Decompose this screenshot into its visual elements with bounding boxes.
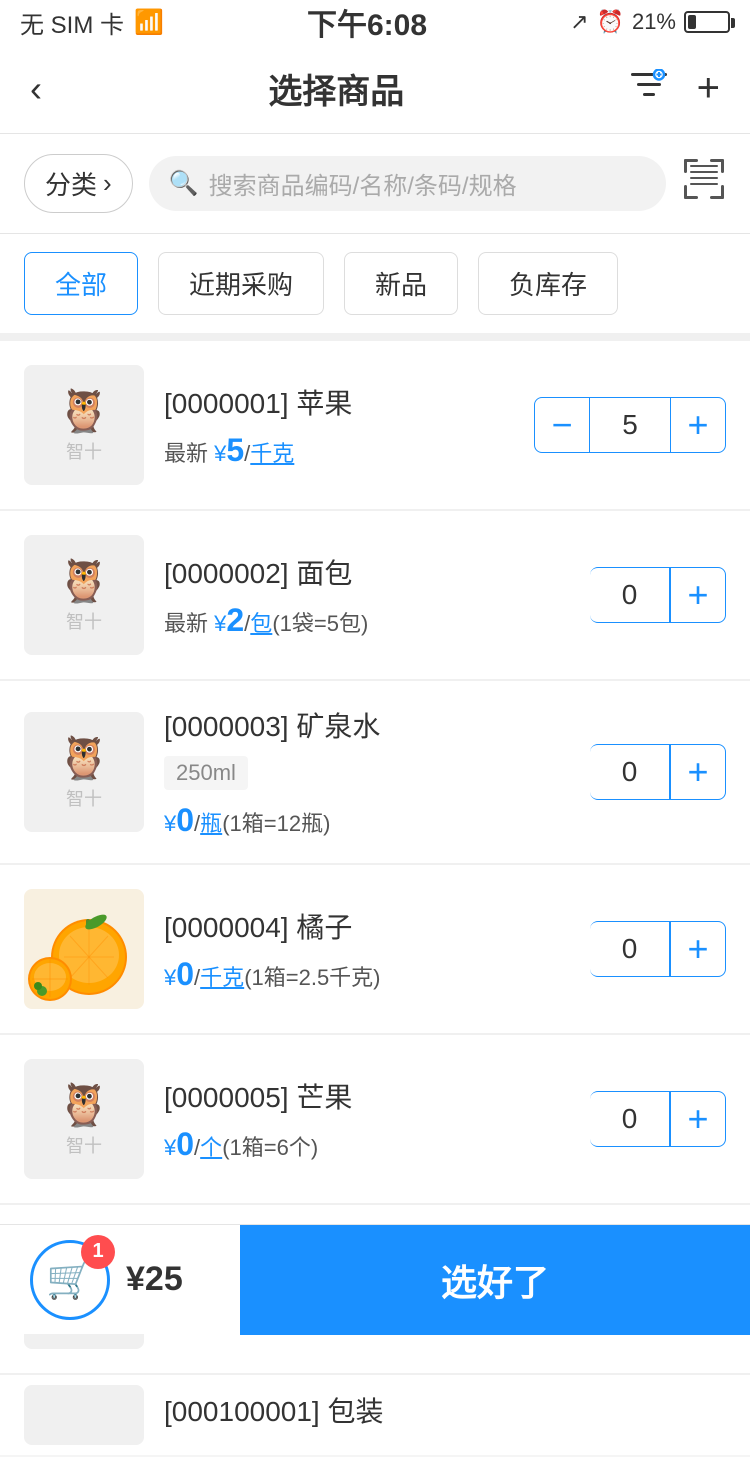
product-thumbnail: 🦉 智十 xyxy=(24,1059,144,1179)
filter-icon[interactable] xyxy=(631,69,667,109)
status-left: 无 SIM 卡 📶 xyxy=(20,5,164,40)
page-title: 选择商品 xyxy=(268,64,404,113)
back-button[interactable]: ‹ xyxy=(30,68,42,110)
owl-icon: 🦉 xyxy=(58,557,110,606)
tabs-row: 全部 近期采购 新品 负库存 xyxy=(0,234,750,341)
list-item: 🦉 智十 [0000002] 面包 最新 ¥2/包(1袋=5包) + xyxy=(0,511,750,679)
product-price: ¥0/个(1箱=6个) xyxy=(164,1126,570,1163)
product-price: ¥0/瓶(1箱=12瓶) xyxy=(164,802,570,839)
scan-icon[interactable] xyxy=(682,157,726,211)
quantity-control: + xyxy=(590,1091,726,1147)
nav-bar: ‹ 选择商品 + xyxy=(0,44,750,134)
quantity-control: − + xyxy=(534,397,726,453)
product-info: [000100001] 包装 xyxy=(144,1390,726,1440)
quantity-input[interactable] xyxy=(590,567,670,623)
product-thumbnail xyxy=(24,1385,144,1445)
list-item: 🦉 智十 [0000005] 芒果 ¥0/个(1箱=6个) + xyxy=(0,1035,750,1203)
carrier-label: 无 SIM 卡 xyxy=(20,5,124,40)
owl-icon: 🦉 xyxy=(58,1081,110,1130)
confirm-button[interactable]: 选好了 xyxy=(240,1225,750,1335)
product-info: [0000004] 橘子 ¥0/千克(1箱=2.5千克) xyxy=(144,906,590,993)
location-icon: ↗ xyxy=(570,9,588,35)
search-icon: 🔍 xyxy=(169,169,199,198)
placeholder-logo: 🦉 智十 xyxy=(58,557,110,634)
product-thumbnail: 🦉 智十 xyxy=(24,365,144,485)
product-price: 最新 ¥2/包(1袋=5包) xyxy=(164,602,570,639)
placeholder-logo: 🦉 智十 xyxy=(58,1081,110,1158)
search-box[interactable]: 🔍 搜索商品编码/名称/条码/规格 xyxy=(149,156,666,211)
battery-icon xyxy=(684,11,730,33)
product-name: [0000005] 芒果 xyxy=(164,1076,570,1116)
product-name: [0000001] 苹果 xyxy=(164,382,514,422)
quantity-plus-button[interactable]: + xyxy=(670,744,726,800)
product-info: [0000005] 芒果 ¥0/个(1箱=6个) xyxy=(144,1076,590,1163)
category-button[interactable]: 分类 › xyxy=(24,154,133,213)
product-thumbnail: 🦉 智十 xyxy=(24,712,144,832)
product-thumbnail xyxy=(24,889,144,1009)
product-name: [000100001] 包装 xyxy=(164,1390,706,1430)
status-bar: 无 SIM 卡 📶 下午6:08 ↗ ⏰ 21% xyxy=(0,0,750,44)
quantity-plus-button[interactable]: + xyxy=(670,567,726,623)
product-price: ¥0/千克(1箱=2.5千克) xyxy=(164,956,570,993)
list-item: 🦉 智十 [0000003] 矿泉水 250ml ¥0/瓶(1箱=12瓶) + xyxy=(0,681,750,863)
bottom-bar: 🛒 1 ¥25 选好了 xyxy=(0,1224,750,1334)
battery-percent: 21% xyxy=(632,9,676,35)
quantity-control: + xyxy=(590,744,726,800)
list-item-partial: [000100001] 包装 xyxy=(0,1375,750,1455)
add-button[interactable]: + xyxy=(697,66,720,111)
alarm-icon: ⏰ xyxy=(597,9,624,35)
list-item: [0000004] 橘子 ¥0/千克(1箱=2.5千克) + xyxy=(0,865,750,1033)
status-right: ↗ ⏰ 21% xyxy=(570,9,730,35)
placeholder-logo: 🦉 智十 xyxy=(58,387,110,464)
product-name: [0000004] 橘子 xyxy=(164,906,570,946)
product-spec: 250ml xyxy=(164,756,248,790)
search-placeholder: 搜索商品编码/名称/条码/规格 xyxy=(209,166,517,201)
quantity-input[interactable] xyxy=(590,1091,670,1147)
cart-section: 🛒 1 ¥25 xyxy=(0,1240,240,1320)
cart-button[interactable]: 🛒 1 xyxy=(30,1240,110,1320)
placeholder-logo: 🦉 智十 xyxy=(58,734,110,811)
product-info: [0000003] 矿泉水 250ml ¥0/瓶(1箱=12瓶) xyxy=(144,705,590,839)
cart-total: ¥25 xyxy=(126,1260,183,1299)
product-name: [0000002] 面包 xyxy=(164,552,570,592)
product-thumbnail: 🦉 智十 xyxy=(24,535,144,655)
product-price: 最新 ¥5/千克 xyxy=(164,432,514,469)
quantity-input[interactable] xyxy=(590,744,670,800)
quantity-minus-button[interactable]: − xyxy=(534,397,590,453)
list-item: 🦉 智十 [0000001] 苹果 最新 ¥5/千克 − + xyxy=(0,341,750,509)
owl-icon: 🦉 xyxy=(58,387,110,436)
quantity-input[interactable] xyxy=(590,921,670,977)
owl-icon: 🦉 xyxy=(58,734,110,783)
tab-recent[interactable]: 近期采购 xyxy=(158,252,324,315)
status-time: 下午6:08 xyxy=(307,0,427,44)
quantity-control: + xyxy=(590,921,726,977)
quantity-input[interactable] xyxy=(590,397,670,453)
product-info: [0000001] 苹果 最新 ¥5/千克 xyxy=(144,382,534,469)
product-info: [0000002] 面包 最新 ¥2/包(1袋=5包) xyxy=(144,552,590,639)
tab-all[interactable]: 全部 xyxy=(24,252,138,315)
quantity-plus-button[interactable]: + xyxy=(670,397,726,453)
nav-actions: + xyxy=(631,66,720,111)
cart-badge: 1 xyxy=(81,1235,115,1269)
filter-row: 分类 › 🔍 搜索商品编码/名称/条码/规格 xyxy=(0,134,750,234)
category-label: 分类 xyxy=(45,165,97,202)
quantity-control: + xyxy=(590,567,726,623)
tab-new[interactable]: 新品 xyxy=(344,252,458,315)
quantity-plus-button[interactable]: + xyxy=(670,1091,726,1147)
quantity-plus-button[interactable]: + xyxy=(670,921,726,977)
tab-negative-stock[interactable]: 负库存 xyxy=(478,252,618,315)
wifi-icon: 📶 xyxy=(134,8,164,37)
category-chevron: › xyxy=(103,168,112,199)
product-name: [0000003] 矿泉水 xyxy=(164,705,570,745)
